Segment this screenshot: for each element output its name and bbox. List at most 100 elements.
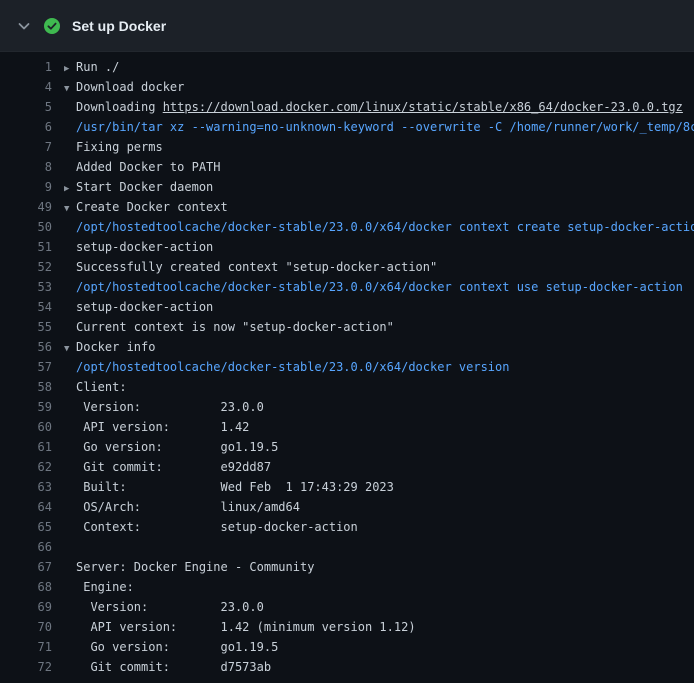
line-number[interactable]: 58 (0, 377, 52, 397)
success-check-icon (44, 18, 60, 34)
log-text: Git commit: e92dd87 (76, 460, 271, 474)
line-number[interactable]: 69 (0, 597, 52, 617)
triangle-right-icon[interactable]: ▶ (64, 59, 76, 77)
line-number[interactable]: 4 (0, 77, 52, 97)
log-line[interactable]: 56▼Docker info (0, 337, 694, 357)
log-line[interactable]: 57/opt/hostedtoolcache/docker-stable/23.… (0, 357, 694, 377)
log-line-content: ▶Run ./ (52, 57, 119, 77)
log-text: Added Docker to PATH (76, 160, 221, 174)
line-number[interactable]: 52 (0, 257, 52, 277)
log-line[interactable]: 66 (0, 537, 694, 557)
line-number[interactable]: 50 (0, 217, 52, 237)
line-number[interactable]: 68 (0, 577, 52, 597)
triangle-down-icon[interactable]: ▼ (64, 339, 76, 357)
line-number[interactable]: 59 (0, 397, 52, 417)
line-number[interactable]: 62 (0, 457, 52, 477)
log-line-content: /opt/hostedtoolcache/docker-stable/23.0.… (52, 217, 694, 237)
line-number[interactable]: 53 (0, 277, 52, 297)
log-line[interactable]: 9▶Start Docker daemon (0, 177, 694, 197)
log-line[interactable]: 64 OS/Arch: linux/amd64 (0, 497, 694, 517)
log-line[interactable]: 6/usr/bin/tar xz --warning=no-unknown-ke… (0, 117, 694, 137)
log-link[interactable]: https://download.docker.com/linux/static… (163, 100, 683, 114)
log-text: Engine: (76, 580, 134, 594)
line-number[interactable]: 49 (0, 197, 52, 217)
line-number[interactable]: 65 (0, 517, 52, 537)
log-line[interactable]: 70 API version: 1.42 (minimum version 1.… (0, 617, 694, 637)
log-line[interactable]: 54setup-docker-action (0, 297, 694, 317)
log-text: Go version: go1.19.5 (76, 440, 278, 454)
log-line-content: Current context is now "setup-docker-act… (52, 317, 394, 337)
log-line-content: Git commit: e92dd87 (52, 457, 271, 477)
log-line[interactable]: 60 API version: 1.42 (0, 417, 694, 437)
line-number[interactable]: 57 (0, 357, 52, 377)
line-number[interactable]: 55 (0, 317, 52, 337)
log-line-content: Go version: go1.19.5 (52, 637, 278, 657)
log-line[interactable]: 68 Engine: (0, 577, 694, 597)
log-text: Server: Docker Engine - Community (76, 560, 314, 574)
log-line[interactable]: 63 Built: Wed Feb 1 17:43:29 2023 (0, 477, 694, 497)
line-number[interactable]: 56 (0, 337, 52, 357)
log-line[interactable]: 59 Version: 23.0.0 (0, 397, 694, 417)
log-line-content: Engine: (52, 577, 134, 597)
line-number[interactable]: 70 (0, 617, 52, 637)
log-line-content: Git commit: d7573ab (52, 657, 271, 677)
triangle-down-icon[interactable]: ▼ (64, 199, 76, 217)
log-container: 1▶Run ./4▼Download docker5Downloading ht… (0, 52, 694, 677)
log-line[interactable]: 69 Version: 23.0.0 (0, 597, 694, 617)
line-number[interactable]: 64 (0, 497, 52, 517)
line-number[interactable]: 54 (0, 297, 52, 317)
log-text: /opt/hostedtoolcache/docker-stable/23.0.… (76, 220, 694, 234)
triangle-down-icon[interactable]: ▼ (64, 79, 76, 97)
line-number[interactable]: 5 (0, 97, 52, 117)
log-line[interactable]: 58 Client: (0, 377, 694, 397)
line-number[interactable]: 51 (0, 237, 52, 257)
log-text: Client: (76, 380, 127, 394)
line-number[interactable]: 72 (0, 657, 52, 677)
log-line-content: OS/Arch: linux/amd64 (52, 497, 300, 517)
log-line[interactable]: 8 Added Docker to PATH (0, 157, 694, 177)
log-line[interactable]: 5Downloading https://download.docker.com… (0, 97, 694, 117)
log-line-content: Fixing perms (52, 137, 163, 157)
line-number[interactable]: 67 (0, 557, 52, 577)
log-line[interactable]: 55Current context is now "setup-docker-a… (0, 317, 694, 337)
log-line[interactable]: 53/opt/hostedtoolcache/docker-stable/23.… (0, 277, 694, 297)
line-number[interactable]: 6 (0, 117, 52, 137)
log-text: Download docker (76, 80, 184, 94)
line-number[interactable]: 9 (0, 177, 52, 197)
log-line-content: API version: 1.42 (minimum version 1.12) (52, 617, 416, 637)
log-text: API version: 1.42 (minimum version 1.12) (76, 620, 416, 634)
line-number[interactable]: 8 (0, 157, 52, 177)
log-line[interactable]: 49▼Create Docker context (0, 197, 694, 217)
log-line[interactable]: 72 Git commit: d7573ab (0, 657, 694, 677)
log-line-content: Client: (52, 377, 127, 397)
log-line-content: /opt/hostedtoolcache/docker-stable/23.0.… (52, 277, 683, 297)
triangle-right-icon[interactable]: ▶ (64, 179, 76, 197)
log-line[interactable]: 71 Go version: go1.19.5 (0, 637, 694, 657)
log-line[interactable]: 50/opt/hostedtoolcache/docker-stable/23.… (0, 217, 694, 237)
log-line[interactable]: 61 Go version: go1.19.5 (0, 437, 694, 457)
log-line-content: Version: 23.0.0 (52, 597, 264, 617)
log-text: Git commit: d7573ab (76, 660, 271, 674)
line-number[interactable]: 7 (0, 137, 52, 157)
log-line-content: ▼Create Docker context (52, 197, 228, 217)
line-number[interactable]: 60 (0, 417, 52, 437)
log-line[interactable]: 62 Git commit: e92dd87 (0, 457, 694, 477)
step-header[interactable]: Set up Docker (0, 0, 694, 52)
log-text: Run ./ (76, 60, 119, 74)
log-line[interactable]: 1▶Run ./ (0, 57, 694, 77)
line-number[interactable]: 66 (0, 537, 52, 557)
line-number[interactable]: 63 (0, 477, 52, 497)
log-line[interactable]: 51setup-docker-action (0, 237, 694, 257)
log-text: Fixing perms (76, 140, 163, 154)
log-line[interactable]: 67 Server: Docker Engine - Community (0, 557, 694, 577)
line-number[interactable]: 1 (0, 57, 52, 77)
log-line-content: Go version: go1.19.5 (52, 437, 278, 457)
line-number[interactable]: 71 (0, 637, 52, 657)
log-line[interactable]: 65 Context: setup-docker-action (0, 517, 694, 537)
log-line[interactable]: 7 Fixing perms (0, 137, 694, 157)
chevron-down-icon[interactable] (16, 18, 32, 34)
log-line[interactable]: 4 ▼Download docker (0, 77, 694, 97)
log-text: /opt/hostedtoolcache/docker-stable/23.0.… (76, 280, 683, 294)
log-line[interactable]: 52Successfully created context "setup-do… (0, 257, 694, 277)
line-number[interactable]: 61 (0, 437, 52, 457)
